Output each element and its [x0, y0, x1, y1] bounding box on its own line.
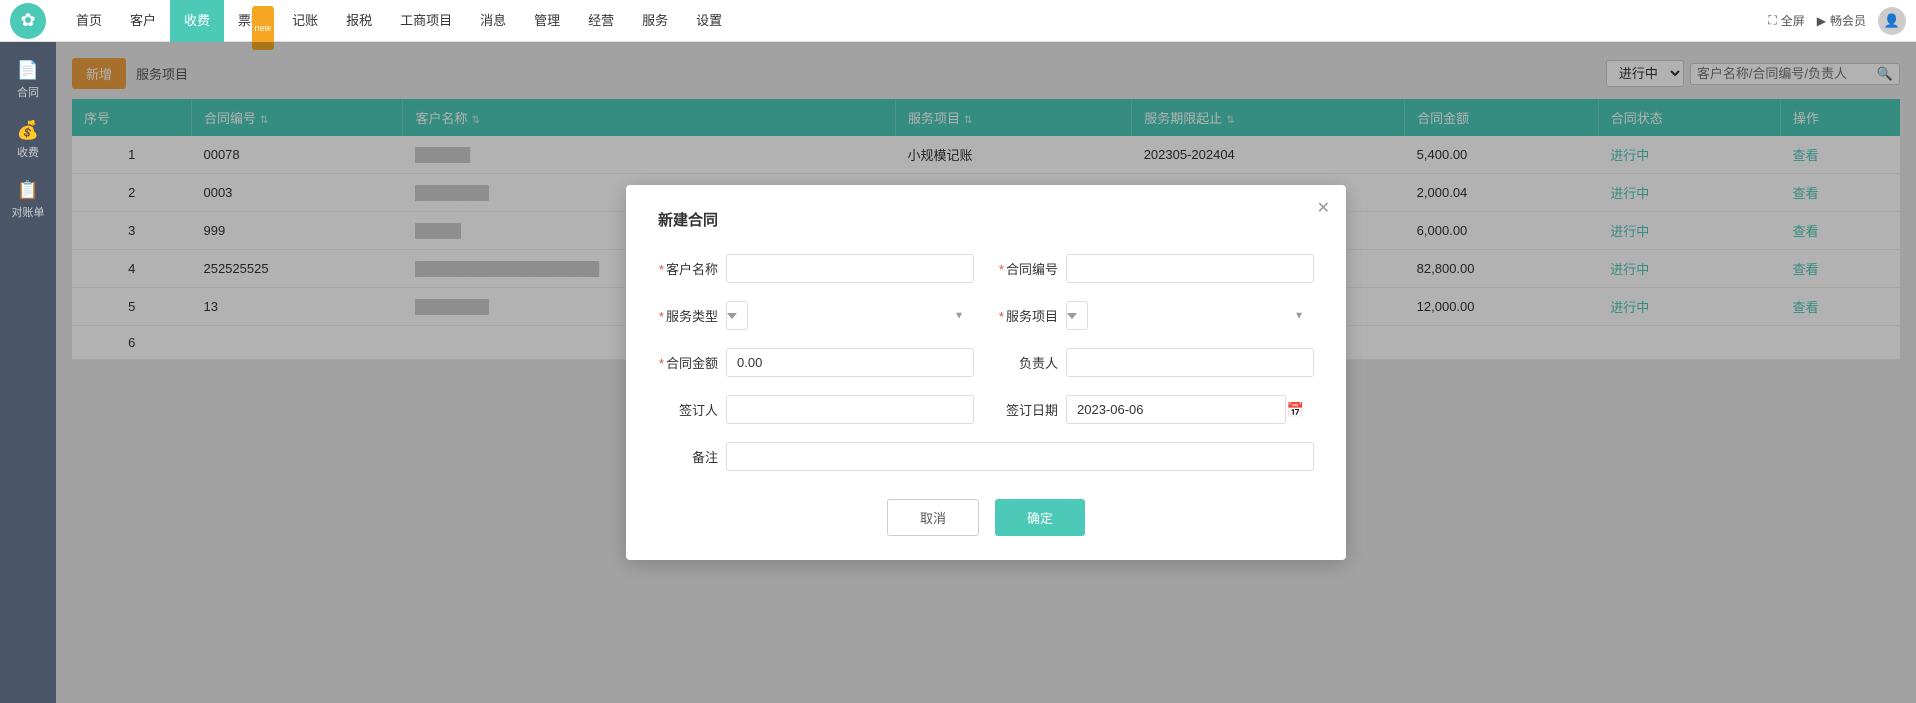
- required-star-contract: *: [999, 262, 1004, 277]
- sign-date-wrapper: 📅: [1066, 395, 1314, 424]
- service-type-select-wrapper: ▼: [726, 301, 974, 330]
- required-star-service-type: *: [659, 309, 664, 324]
- nav-home[interactable]: 首页: [62, 0, 116, 42]
- signer-label: 签订人: [658, 400, 718, 419]
- signer-row: 签订人: [658, 395, 974, 424]
- customer-name-row: *客户名称: [658, 254, 974, 283]
- contract-no-row: *合同编号: [998, 254, 1314, 283]
- amount-input[interactable]: [726, 348, 974, 377]
- service-item-chevron-icon: ▼: [1294, 310, 1304, 321]
- contract-icon: 📄: [17, 60, 39, 81]
- sign-date-input[interactable]: [1066, 395, 1286, 424]
- sidebar-item-billing[interactable]: 💰 收费: [3, 112, 53, 168]
- service-item-select-wrapper: ▼: [1066, 301, 1314, 330]
- nav-message[interactable]: 消息: [466, 0, 520, 42]
- modal-title: 新建合同: [658, 209, 1314, 230]
- responsible-row: 负责人: [998, 348, 1314, 377]
- nav-biz-project[interactable]: 工商项目: [386, 0, 466, 42]
- nav-tax[interactable]: 报税: [332, 0, 386, 42]
- remark-label: 备注: [658, 447, 718, 466]
- modal-footer: 取消 确定: [658, 499, 1314, 536]
- fullscreen-button[interactable]: ⛶ 全屏: [1768, 12, 1804, 29]
- service-type-select[interactable]: [726, 301, 748, 330]
- responsible-input[interactable]: [1066, 348, 1314, 377]
- sidebar-contract-label: 合同: [17, 84, 39, 100]
- sidebar: 📄 合同 💰 收费 📋 对账单: [0, 42, 56, 703]
- billing-icon: 💰: [17, 120, 39, 141]
- contract-no-label: *合同编号: [998, 259, 1058, 278]
- sidebar-statement-label: 对账单: [12, 204, 45, 220]
- nav-customer[interactable]: 客户: [116, 0, 170, 42]
- modal-form: *客户名称 *合同编号 *服务类型 ▼: [658, 254, 1314, 471]
- service-item-row: *服务项目 ▼: [998, 301, 1314, 330]
- service-type-row: *服务类型 ▼: [658, 301, 974, 330]
- required-star-customer: *: [659, 262, 664, 277]
- avatar-icon: 👤: [1884, 13, 1900, 29]
- sidebar-item-contract[interactable]: 📄 合同: [3, 52, 53, 108]
- nav-billing[interactable]: 收费: [170, 0, 224, 42]
- vip-icon: ▶: [1817, 14, 1826, 28]
- cancel-button[interactable]: 取消: [887, 499, 979, 536]
- fullscreen-label: 全屏: [1781, 12, 1805, 29]
- confirm-button[interactable]: 确定: [995, 499, 1085, 536]
- modal-overlay: 新建合同 ✕ *客户名称 *合同编号 *服务类型: [56, 42, 1916, 703]
- fullscreen-icon: ⛶: [1768, 13, 1776, 28]
- amount-row: *合同金额: [658, 348, 974, 377]
- nav-settings[interactable]: 设置: [682, 0, 736, 42]
- nav-bookkeeping[interactable]: 记账: [278, 0, 332, 42]
- sidebar-billing-label: 收费: [17, 144, 39, 160]
- app-logo: ✿: [10, 3, 46, 39]
- nav-operation[interactable]: 经营: [574, 0, 628, 42]
- nav-service[interactable]: 服务: [628, 0, 682, 42]
- contract-no-input[interactable]: [1066, 254, 1314, 283]
- nav-manage[interactable]: 管理: [520, 0, 574, 42]
- modal-close-button[interactable]: ✕: [1317, 201, 1330, 217]
- nav-right-area: ⛶ 全屏 ▶ 畅会员 👤: [1768, 7, 1906, 35]
- responsible-label: 负责人: [998, 353, 1058, 372]
- service-type-chevron-icon: ▼: [954, 310, 964, 321]
- amount-label: *合同金额: [658, 353, 718, 372]
- customer-name-input[interactable]: [726, 254, 974, 283]
- vip-button[interactable]: ▶ 畅会员: [1817, 12, 1866, 29]
- calendar-icon[interactable]: 📅: [1287, 401, 1304, 418]
- logo-icon: ✿: [20, 10, 35, 31]
- statement-icon: 📋: [17, 180, 39, 201]
- sign-date-row: 签订日期 📅: [998, 395, 1314, 424]
- sidebar-item-statement[interactable]: 📋 对账单: [3, 172, 53, 228]
- service-item-label: *服务项目: [998, 306, 1058, 325]
- top-navigation: ✿ 首页 客户 收费 票据 new 记账 报税 工商项目 消息 管理 经营 服务…: [0, 0, 1916, 42]
- required-star-amount: *: [659, 356, 664, 371]
- remark-row: 备注: [658, 442, 1314, 471]
- customer-name-label: *客户名称: [658, 259, 718, 278]
- required-star-service-item: *: [999, 309, 1004, 324]
- remark-input[interactable]: [726, 442, 1314, 471]
- nav-invoice[interactable]: 票据 new: [224, 0, 278, 42]
- sign-date-label: 签订日期: [998, 400, 1058, 419]
- vip-label: 畅会员: [1830, 12, 1866, 29]
- service-type-label: *服务类型: [658, 306, 718, 325]
- signer-input[interactable]: [726, 395, 974, 424]
- nav-menu: 首页 客户 收费 票据 new 记账 报税 工商项目 消息 管理 经营 服务 设…: [62, 0, 1768, 42]
- service-item-select[interactable]: [1066, 301, 1088, 330]
- new-contract-modal: 新建合同 ✕ *客户名称 *合同编号 *服务类型: [626, 185, 1346, 560]
- user-avatar[interactable]: 👤: [1878, 7, 1906, 35]
